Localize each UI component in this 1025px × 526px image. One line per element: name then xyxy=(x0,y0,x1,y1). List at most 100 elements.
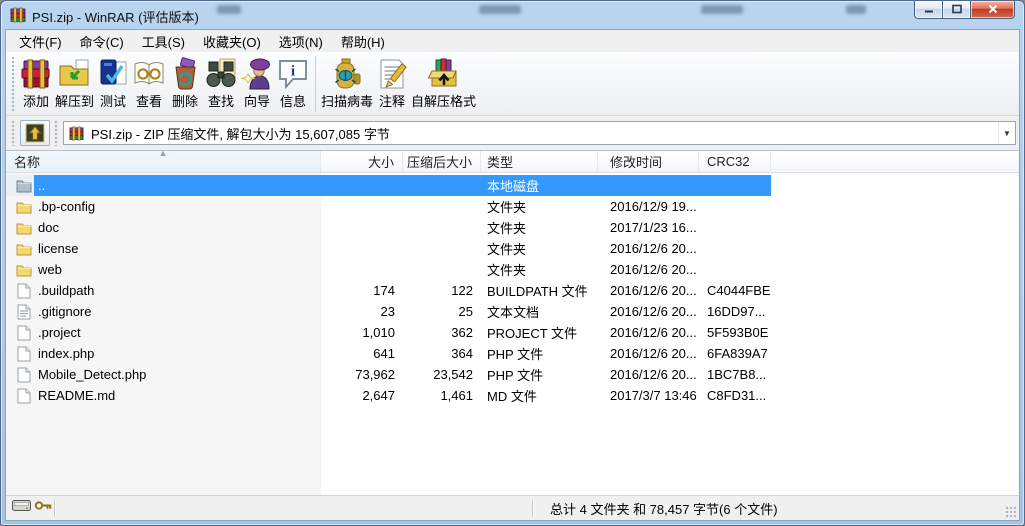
menu-item-n[interactable]: 选项(N) xyxy=(270,30,332,53)
file-name-cell: README.md xyxy=(6,385,321,406)
file-modified-cell: 2016/12/6 20... xyxy=(610,283,697,298)
column-header-crc[interactable]: CRC32 xyxy=(699,151,771,172)
file-row[interactable]: README.md 2,647 1,461 MD 文件 2017/3/7 13:46 C8… xyxy=(6,385,1019,406)
toolbar-button-label: 扫描病毒 xyxy=(321,94,374,109)
file-modified-cell xyxy=(598,175,699,196)
combobox-dropdown-arrow[interactable]: ▼ xyxy=(998,122,1015,144)
file-name-cell: web xyxy=(6,259,321,280)
file-modified-cell: 2016/12/6 20... xyxy=(610,262,697,277)
menu-item-c[interactable]: 命令(C) xyxy=(71,30,133,53)
client-area: 文件(F) 命令(C) 工具(S) 收藏夹(O) 选项(N) 帮助(H) 添加 解压到 测试查… xyxy=(5,29,1020,521)
file-modified-cell: 2016/12/6 20... xyxy=(610,346,697,361)
address-bar: PSI.zip - ZIP 压缩文件, 解包大小为 15,607,085 字节 … xyxy=(6,116,1019,150)
file-row[interactable]: web 文件夹 2016/12/6 20... xyxy=(6,259,1019,280)
file-type-cell: 本地磁盘 xyxy=(487,179,540,194)
menu-item-h[interactable]: 帮助(H) xyxy=(332,30,394,53)
title-bar[interactable]: PSI.zip - WinRAR (评估版本) xyxy=(1,1,1024,29)
toolbar-button-test-archive[interactable]: 测试 xyxy=(95,54,131,114)
toolbar-button-label: 添加 xyxy=(22,94,49,109)
glass-reflection xyxy=(846,5,866,14)
column-header-name[interactable]: ▲ 名称 xyxy=(6,148,321,172)
file-name: .buildpath xyxy=(38,283,95,298)
file-row[interactable]: .gitignore 23 25 文本文档 2016/12/6 20... 16DD97.… xyxy=(6,301,1019,322)
file-row[interactable]: .. 本地磁盘 xyxy=(6,175,1019,196)
archive-path-combobox[interactable]: PSI.zip - ZIP 压缩文件, 解包大小为 15,607,085 字节 … xyxy=(63,121,1016,145)
folder-icon xyxy=(16,220,32,236)
toolbar-button-label: 删除 xyxy=(172,94,199,109)
file-row[interactable]: doc 文件夹 2017/1/23 16... xyxy=(6,217,1019,238)
toolbar-button-delete[interactable]: 删除 xyxy=(167,54,203,114)
file-packed-size-cell: 364 xyxy=(451,346,473,361)
toolbar-button-scan-virus[interactable]: 扫描病毒 xyxy=(320,54,374,114)
file-name-cell: doc xyxy=(6,217,321,238)
file-crc-cell: 6FA839A7 xyxy=(707,346,768,361)
file-size-cell: 23 xyxy=(380,304,395,319)
toolbar-button-add-archive[interactable]: 添加 xyxy=(18,54,54,114)
file-size-cell xyxy=(321,217,403,238)
file-row[interactable]: index.php 641 364 PHP 文件 2016/12/6 20... 6FA8… xyxy=(6,343,1019,364)
toolbar-button-comment[interactable]: 注释 xyxy=(374,54,410,114)
file-packed-size-cell: 362 xyxy=(451,325,473,340)
toolbar-button-label: 自解压格式 xyxy=(411,94,477,109)
menu-item-s[interactable]: 工具(S) xyxy=(133,30,194,53)
file-type-cell: PHP 文件 xyxy=(487,347,544,362)
toolbar-button-extract-to[interactable]: 解压到 xyxy=(54,54,95,114)
menu-item-f[interactable]: 文件(F) xyxy=(10,30,71,53)
column-header-type[interactable]: 类型 xyxy=(481,151,598,172)
sfx-icon xyxy=(427,57,461,91)
file-type-cell: PROJECT 文件 xyxy=(487,326,578,341)
file-name: index.php xyxy=(38,346,95,361)
menu-item-o[interactable]: 收藏夹(O) xyxy=(194,30,270,53)
status-empty-panel xyxy=(55,496,532,520)
wizard-icon xyxy=(240,57,274,91)
maximize-button[interactable] xyxy=(942,1,971,19)
file-row[interactable]: license 文件夹 2016/12/6 20... xyxy=(6,238,1019,259)
scan-virus-icon xyxy=(330,57,364,91)
file-name-cell: Mobile_Detect.php xyxy=(6,364,321,385)
toolbar-button-label: 信息 xyxy=(280,94,307,109)
file-name: .bp-config xyxy=(38,199,96,214)
file-name: Mobile_Detect.php xyxy=(38,367,147,382)
file-row[interactable]: .bp-config 文件夹 2016/12/9 19... xyxy=(6,196,1019,217)
svg-text:i: i xyxy=(291,64,295,80)
folder-icon xyxy=(16,241,32,257)
column-header-size[interactable]: 大小 xyxy=(321,151,403,172)
toolbar-button-find[interactable]: 查找 xyxy=(203,54,239,114)
glass-reflection xyxy=(217,5,241,14)
file-packed-size-cell xyxy=(403,196,481,217)
file-icon xyxy=(16,388,32,404)
toolbar-button-info[interactable]: i 信息 xyxy=(275,54,311,114)
up-one-level-button[interactable] xyxy=(20,120,50,146)
menu-bar: 文件(F) 命令(C) 工具(S) 收藏夹(O) 选项(N) 帮助(H) xyxy=(6,30,1019,52)
close-button[interactable] xyxy=(970,1,1015,19)
minimize-button[interactable] xyxy=(914,1,943,19)
combo-grip[interactable] xyxy=(54,120,59,146)
file-name-cell: .project xyxy=(6,322,321,343)
toolbar-button-label: 解压到 xyxy=(55,94,95,109)
file-packed-size-cell: 122 xyxy=(451,283,473,298)
file-name-cell: .bp-config xyxy=(6,196,321,217)
delete-icon xyxy=(168,57,202,91)
column-header-packed[interactable]: 压缩后大小 xyxy=(403,151,481,172)
file-size-cell: 2,647 xyxy=(362,388,395,403)
toolbar-button-sfx[interactable]: 自解压格式 xyxy=(410,54,477,114)
file-name-cell: .buildpath xyxy=(6,280,321,301)
info-icon: i xyxy=(276,57,310,91)
file-crc-cell: 5F593B0E xyxy=(707,325,769,340)
file-row[interactable]: Mobile_Detect.php 73,962 23,542 PHP 文件 2016/… xyxy=(6,364,1019,385)
file-modified-cell: 2016/12/6 20... xyxy=(610,304,697,319)
column-header-mod[interactable]: 修改时间 xyxy=(598,151,699,172)
file-row[interactable]: .buildpath 174 122 BUILDPATH 文件 2016/12/6 20… xyxy=(6,280,1019,301)
address-grip[interactable] xyxy=(11,120,16,146)
column-header-filler xyxy=(771,151,1019,172)
file-name-cell: license xyxy=(6,238,321,259)
toolbar-button-view-file[interactable]: 查看 xyxy=(131,54,167,114)
file-packed-size-cell xyxy=(403,259,481,280)
file-size-cell xyxy=(321,196,403,217)
toolbar-button-wizard[interactable]: 向导 xyxy=(239,54,275,114)
file-row[interactable]: .project 1,010 362 PROJECT 文件 2016/12/6 20..… xyxy=(6,322,1019,343)
toolbar-grip[interactable] xyxy=(11,56,16,111)
resize-grip[interactable] xyxy=(1005,506,1017,518)
file-packed-size-cell xyxy=(403,238,481,259)
file-name: web xyxy=(38,262,62,277)
